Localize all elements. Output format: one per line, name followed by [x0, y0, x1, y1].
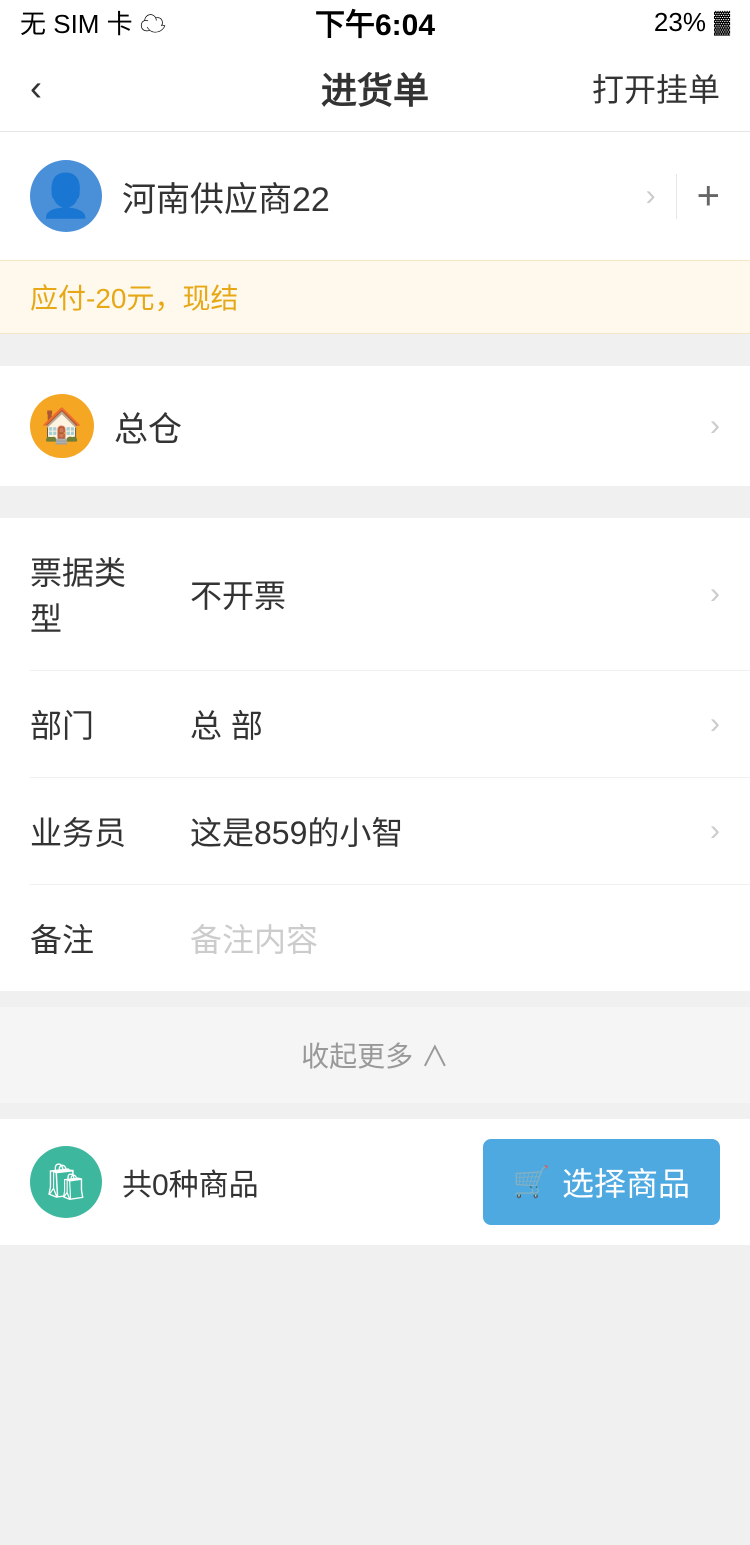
department-arrow-icon: › — [710, 707, 720, 741]
shopping-bag-icon: 🛍 — [43, 1161, 89, 1203]
content-area: 👤 河南供应商22 › + 应付-20元，现结 🏠 总仓 › 票据类型 不开票 … — [0, 132, 750, 1545]
remark-input[interactable]: 备注内容 — [150, 915, 720, 961]
salesperson-label: 业务员 — [30, 808, 150, 854]
department-label: 部门 — [30, 701, 150, 747]
select-product-button[interactable]: 🛒 选择商品 — [483, 1139, 720, 1225]
supplier-arrow-icon: › — [646, 179, 656, 213]
product-icon: 🛍 — [30, 1146, 102, 1218]
avatar-icon: 👤 — [40, 172, 92, 221]
supplier-row[interactable]: 👤 河南供应商22 › + — [0, 132, 750, 260]
back-button[interactable]: ‹ — [30, 67, 42, 109]
invoice-type-row[interactable]: 票据类型 不开票 › — [0, 518, 750, 670]
collapse-button[interactable]: 收起更多 ∧ — [0, 1007, 750, 1103]
form-card: 票据类型 不开票 › 部门 总 部 › 业务员 这是859的小智 › 备注 备注… — [0, 518, 750, 991]
supplier-add-button[interactable]: + — [676, 174, 720, 219]
warehouse-arrow-icon: › — [710, 409, 720, 443]
battery-icon: ▓ — [714, 9, 730, 35]
notice-banner: 应付-20元，现结 — [0, 260, 750, 334]
invoice-type-label: 票据类型 — [30, 548, 150, 640]
supplier-name: 河南供应商22 — [122, 172, 646, 221]
battery-label: 23% — [654, 7, 706, 38]
supplier-avatar: 👤 — [30, 160, 102, 232]
remark-label: 备注 — [30, 915, 150, 961]
select-product-label: 选择商品 — [562, 1159, 690, 1205]
gap-2 — [0, 502, 750, 518]
department-value: 总 部 — [150, 701, 710, 747]
open-pending-button[interactable]: 打开挂单 — [592, 65, 720, 111]
product-count-label: 共0种商品 — [122, 1160, 463, 1204]
warehouse-icon: 🏠 — [30, 394, 94, 458]
salesperson-row[interactable]: 业务员 这是859的小智 › — [0, 778, 750, 884]
bottom-bar: 🛍 共0种商品 🛒 选择商品 — [0, 1119, 750, 1245]
select-product-icon: 🛒 — [513, 1165, 550, 1200]
status-right: 23% ▓ — [654, 7, 730, 38]
warehouse-row[interactable]: 🏠 总仓 › — [0, 366, 750, 486]
warehouse-card[interactable]: 🏠 总仓 › — [0, 366, 750, 486]
house-icon: 🏠 — [41, 406, 83, 446]
page-fill — [0, 1245, 750, 1545]
salesperson-arrow-icon: › — [710, 814, 720, 848]
gap-3 — [0, 1103, 750, 1119]
supplier-card: 👤 河南供应商22 › + 应付-20元，现结 — [0, 132, 750, 334]
invoice-type-arrow-icon: › — [710, 577, 720, 611]
invoice-type-value: 不开票 — [150, 571, 710, 617]
salesperson-value: 这是859的小智 — [150, 808, 710, 854]
warehouse-label: 总仓 — [114, 402, 710, 451]
gap-1 — [0, 350, 750, 366]
remark-row[interactable]: 备注 备注内容 — [0, 885, 750, 991]
status-left: 无 SIM 卡 ☁ — [20, 4, 166, 41]
status-bar: 无 SIM 卡 ☁ 下午6:04 23% ▓ — [0, 0, 750, 44]
nav-bar: ‹ 进货单 打开挂单 — [0, 44, 750, 132]
sim-label: 无 SIM 卡 ☁ — [20, 4, 166, 41]
department-row[interactable]: 部门 总 部 › — [0, 671, 750, 777]
status-time: 下午6:04 — [315, 0, 435, 44]
page-title: 进货单 — [321, 62, 429, 114]
